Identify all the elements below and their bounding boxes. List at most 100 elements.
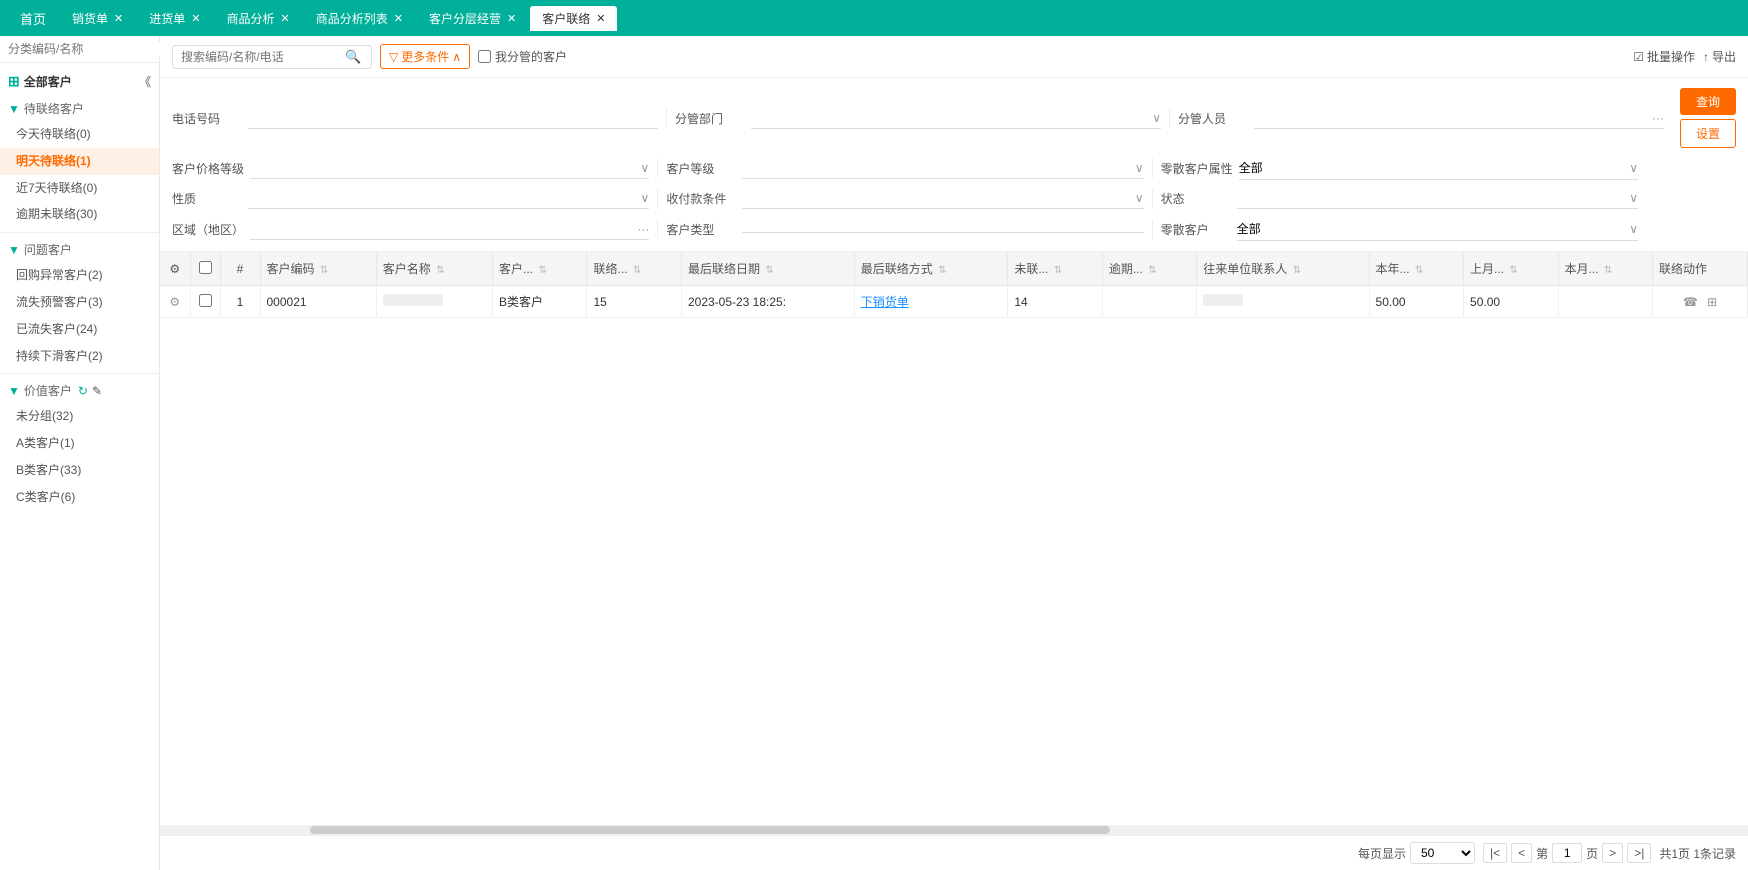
edit-icon[interactable]: ✎ (92, 384, 102, 398)
filter-phone: 电话号码 (172, 108, 658, 129)
refresh-icon[interactable]: ↻ (78, 384, 88, 398)
batch-ops-btn[interactable]: ☑ 批量操作 (1633, 48, 1695, 65)
filter-phone-input[interactable] (248, 108, 658, 129)
sort-icon[interactable]: ⇅ (538, 265, 546, 276)
row-last-contact-method[interactable]: 下销货单 (854, 286, 1008, 318)
sidebar-divider-2 (0, 373, 159, 374)
filter-nature-select[interactable]: ∨ (248, 188, 649, 209)
nav-item-product-analysis[interactable]: 商品分析 ✕ (214, 6, 301, 31)
sidebar-search-input[interactable] (8, 42, 163, 56)
col-last-contact-method: 最后联络方式 ⇅ (854, 252, 1008, 286)
next-page-btn[interactable]: > (1602, 843, 1623, 863)
sidebar-item-ungrouped[interactable]: 未分组(32) (0, 403, 159, 430)
select-all-checkbox[interactable] (199, 261, 212, 274)
filter-row-1: 电话号码 分管部门 ∨ 分管人员 ··· (172, 88, 1736, 148)
filter-payment-select[interactable]: ∨ (742, 188, 1143, 209)
export-btn[interactable]: ↑ 导出 (1703, 48, 1736, 65)
sidebar-item-b-class[interactable]: B类客户(33) (0, 457, 159, 484)
row-unit-contacts (1197, 286, 1369, 318)
nav-item-customer-tier[interactable]: 客户分层经营 ✕ (417, 6, 528, 31)
filter-retail-attr: 零散客户属性 全部 ∨ (1161, 156, 1638, 180)
filter-retail-attr-select[interactable]: 全部 ∨ (1239, 156, 1638, 180)
chevron-down-icon: ∨ (1135, 191, 1144, 205)
sort-icon[interactable]: ⇅ (1604, 265, 1612, 276)
sort-icon[interactable]: ⇅ (1415, 265, 1423, 276)
sidebar-item-abnormal[interactable]: 回购异常客户(2) (0, 262, 159, 289)
nav-item-product-list[interactable]: 商品分析列表 ✕ (304, 6, 415, 31)
filter-customer-level-select[interactable]: ∨ (742, 158, 1143, 179)
close-icon[interactable]: ✕ (596, 12, 605, 25)
filter-customer-type-select[interactable] (742, 226, 1143, 233)
sort-icon[interactable]: ⇅ (1509, 265, 1517, 276)
dots-icon[interactable]: ··· (1652, 111, 1664, 125)
page-size-select[interactable]: 50 100 200 (1410, 842, 1475, 864)
nav-home[interactable]: 首页 (8, 5, 58, 32)
filter-payment: 收付款条件 ∨ (666, 188, 1143, 209)
last-page-btn[interactable]: >| (1627, 843, 1651, 863)
sort-icon[interactable]: ⇅ (938, 265, 946, 276)
call-icon[interactable]: ☎ (1683, 295, 1698, 309)
more-conditions-btn[interactable]: ▽ 更多条件 ∧ (380, 44, 470, 69)
my-customers-check[interactable] (478, 50, 491, 63)
sidebar-all-customers[interactable]: ⊞ 全部客户 《 (0, 67, 159, 96)
scrollbar-area[interactable] (160, 825, 1748, 835)
sidebar-item-7days[interactable]: 近7天待联络(0) (0, 175, 159, 202)
row-action: ☎ ⊞ (1653, 286, 1748, 318)
filter-divider (666, 108, 667, 128)
sort-icon[interactable]: ⇅ (1054, 265, 1062, 276)
search-input[interactable] (181, 50, 341, 64)
my-customers-checkbox[interactable]: 我分管的客户 (478, 48, 567, 65)
prev-page-btn[interactable]: < (1511, 843, 1532, 863)
sidebar-item-today[interactable]: 今天待联络(0) (0, 121, 159, 148)
nav-item-sales[interactable]: 销货单 ✕ (60, 6, 135, 31)
sidebar-item-churn-warning[interactable]: 流失预警客户(3) (0, 289, 159, 316)
close-icon[interactable]: ✕ (281, 12, 290, 25)
sidebar-item-declining[interactable]: 持续下滑客户(2) (0, 343, 159, 370)
sidebar-item-a-class[interactable]: A类客户(1) (0, 430, 159, 457)
search-bar: 🔍 ▽ 更多条件 ∧ 我分管的客户 ☑ 批量操作 ↑ 导出 (160, 36, 1748, 78)
filter-region-select[interactable]: ··· (250, 219, 649, 240)
dots-icon[interactable]: ··· (637, 222, 649, 236)
filter-status-select[interactable]: ∨ (1237, 188, 1638, 209)
row-this-year: 50.00 (1369, 286, 1463, 318)
row-this-month (1558, 286, 1652, 318)
page-input[interactable] (1552, 843, 1582, 863)
sort-icon[interactable]: ⇅ (633, 265, 641, 276)
filter-person: 分管人员 ··· (1178, 108, 1664, 129)
close-icon[interactable]: ✕ (507, 12, 516, 25)
nav-item-customer-contact[interactable]: 客户联络 ✕ (530, 6, 617, 31)
footer-total: 共1页 1条记录 (1659, 845, 1736, 862)
sort-icon[interactable]: ⇅ (1148, 265, 1156, 276)
table-header-row: ⚙ # 客户编码 ⇅ 客户名称 ⇅ 客户... ⇅ (160, 252, 1748, 286)
chevron-down-icon: ∨ (1629, 222, 1638, 236)
filter-price-level-select[interactable]: ∨ (250, 158, 649, 179)
sort-icon[interactable]: ⇅ (320, 265, 328, 276)
scrollbar-thumb[interactable] (310, 826, 1110, 834)
query-button[interactable]: 查询 (1680, 88, 1736, 115)
sidebar-item-overdue[interactable]: 逾期未联络(30) (0, 201, 159, 228)
filter-retail-customer: 零散客户 全部 ∨ (1161, 217, 1638, 241)
sort-icon[interactable]: ⇅ (765, 265, 773, 276)
filter-person-select[interactable]: ··· (1254, 108, 1664, 129)
filter-row-3: 性质 ∨ 收付款条件 ∨ 状态 (172, 188, 1736, 209)
filter-nature: 性质 ∨ (172, 188, 649, 209)
sort-icon[interactable]: ⇅ (436, 265, 444, 276)
nav-item-purchase[interactable]: 进货单 ✕ (137, 6, 212, 31)
sidebar-item-tomorrow[interactable]: 明天待联络(1) (0, 148, 159, 175)
sort-icon[interactable]: ⇅ (1293, 265, 1301, 276)
sidebar-item-churned[interactable]: 已流失客户(24) (0, 316, 159, 343)
sidebar-item-c-class[interactable]: C类客户(6) (0, 484, 159, 511)
close-icon[interactable]: ✕ (114, 12, 123, 25)
chevron-down-icon: ∨ (1629, 161, 1638, 175)
close-icon[interactable]: ✕ (191, 12, 200, 25)
sidebar-collapse-btn[interactable]: 《 (139, 73, 151, 90)
main-layout: 🔍 ⊞ 全部客户 《 ▼ 待联络客户 今天待联络(0) 明天待联络(1) 近7天… (0, 36, 1748, 870)
grid-action-icon[interactable]: ⊞ (1707, 295, 1717, 309)
filter-dept-select[interactable]: ∨ (751, 108, 1161, 129)
row-checkbox[interactable] (199, 294, 212, 307)
filter-retail-customer-select[interactable]: 全部 ∨ (1237, 217, 1638, 241)
first-page-btn[interactable]: |< (1483, 843, 1507, 863)
settings-button[interactable]: 设置 (1680, 119, 1736, 148)
close-icon[interactable]: ✕ (394, 12, 403, 25)
search-icon[interactable]: 🔍 (345, 49, 361, 65)
